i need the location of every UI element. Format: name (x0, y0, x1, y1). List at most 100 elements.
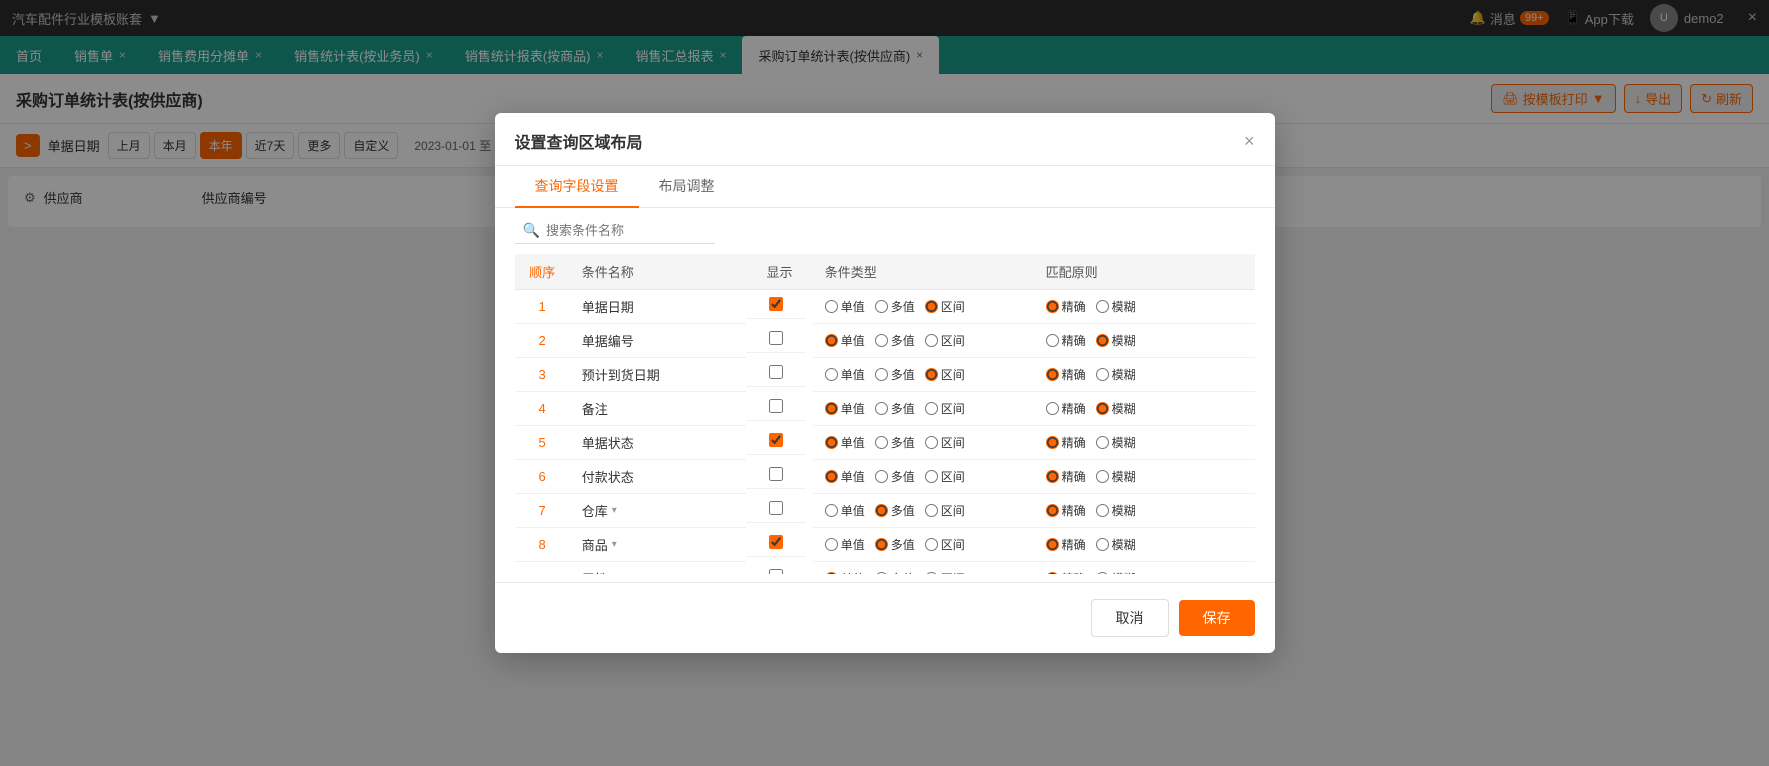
match-radio[interactable] (1046, 572, 1059, 574)
type-radio-label[interactable]: 区间 (925, 366, 965, 383)
match-radio-label[interactable]: 精确 (1046, 366, 1086, 383)
match-radio-label[interactable]: 模糊 (1096, 434, 1136, 451)
type-radio-label[interactable]: 单值 (825, 502, 865, 519)
type-radio-label[interactable]: 单值 (825, 570, 865, 574)
type-radio-label[interactable]: 多值 (875, 570, 915, 574)
match-radio-label[interactable]: 模糊 (1096, 468, 1136, 485)
match-radio-label[interactable]: 精确 (1046, 298, 1086, 315)
match-radio[interactable] (1096, 436, 1109, 449)
modal-tab-query[interactable]: 查询字段设置 (515, 166, 639, 208)
show-checkbox[interactable] (769, 433, 783, 447)
type-radio-label[interactable]: 区间 (925, 536, 965, 553)
match-radio[interactable] (1096, 504, 1109, 517)
type-radio-label[interactable]: 区间 (925, 570, 965, 574)
show-checkbox[interactable] (769, 365, 783, 379)
type-radio-label[interactable]: 单值 (825, 400, 865, 417)
type-radio-label[interactable]: 区间 (925, 502, 965, 519)
type-radio[interactable] (825, 368, 838, 381)
type-radio[interactable] (825, 300, 838, 313)
type-radio[interactable] (825, 436, 838, 449)
match-radio-label[interactable]: 精确 (1046, 536, 1086, 553)
match-radio-label[interactable]: 模糊 (1096, 536, 1136, 553)
match-radio-label[interactable]: 精确 (1046, 400, 1086, 417)
match-radio-label[interactable]: 精确 (1046, 434, 1086, 451)
type-radio[interactable] (875, 402, 888, 415)
modal-tab-layout[interactable]: 布局调整 (639, 166, 735, 208)
type-radio[interactable] (925, 402, 938, 415)
match-radio[interactable] (1046, 300, 1059, 313)
type-radio[interactable] (925, 572, 938, 574)
modal-close-btn[interactable]: × (1244, 132, 1255, 150)
type-radio-label[interactable]: 单值 (825, 536, 865, 553)
type-radio-label[interactable]: 多值 (875, 332, 915, 349)
type-radio[interactable] (875, 504, 888, 517)
show-checkbox[interactable] (769, 297, 783, 311)
type-radio[interactable] (875, 436, 888, 449)
type-radio[interactable] (875, 368, 888, 381)
show-checkbox[interactable] (769, 501, 783, 515)
type-radio-label[interactable]: 多值 (875, 502, 915, 519)
type-radio[interactable] (875, 334, 888, 347)
match-radio[interactable] (1096, 470, 1109, 483)
type-radio[interactable] (875, 572, 888, 574)
match-radio-label[interactable]: 精确 (1046, 332, 1086, 349)
type-radio[interactable] (825, 504, 838, 517)
match-radio-label[interactable]: 模糊 (1096, 400, 1136, 417)
match-radio[interactable] (1046, 368, 1059, 381)
type-radio[interactable] (875, 470, 888, 483)
match-radio[interactable] (1096, 368, 1109, 381)
match-radio-label[interactable]: 精确 (1046, 502, 1086, 519)
type-radio-label[interactable]: 多值 (875, 366, 915, 383)
show-checkbox[interactable] (769, 467, 783, 481)
type-radio[interactable] (925, 436, 938, 449)
type-radio-label[interactable]: 单值 (825, 468, 865, 485)
match-radio[interactable] (1046, 334, 1059, 347)
match-radio-label[interactable]: 模糊 (1096, 570, 1136, 574)
match-radio-label[interactable]: 模糊 (1096, 298, 1136, 315)
match-radio-label[interactable]: 模糊 (1096, 332, 1136, 349)
type-radio-label[interactable]: 多值 (875, 468, 915, 485)
type-radio[interactable] (825, 402, 838, 415)
config-table-scroll[interactable]: 顺序 条件名称 显示 条件类型 匹配原则 1单据日期单值多值区间精确模糊2单据编… (515, 254, 1255, 574)
type-radio[interactable] (825, 572, 838, 574)
type-radio-label[interactable]: 区间 (925, 400, 965, 417)
match-radio[interactable] (1096, 300, 1109, 313)
type-radio-label[interactable]: 区间 (925, 332, 965, 349)
match-radio[interactable] (1096, 538, 1109, 551)
type-radio[interactable] (925, 300, 938, 313)
type-radio[interactable] (925, 368, 938, 381)
type-radio[interactable] (825, 470, 838, 483)
type-radio-label[interactable]: 区间 (925, 434, 965, 451)
show-checkbox[interactable] (769, 535, 783, 549)
type-radio-label[interactable]: 多值 (875, 434, 915, 451)
match-radio[interactable] (1046, 538, 1059, 551)
type-radio[interactable] (875, 538, 888, 551)
type-radio-label[interactable]: 单值 (825, 366, 865, 383)
cancel-button[interactable]: 取消 (1091, 599, 1169, 637)
type-radio[interactable] (825, 538, 838, 551)
type-radio-label[interactable]: 单值 (825, 298, 865, 315)
type-radio-label[interactable]: 单值 (825, 434, 865, 451)
type-radio-label[interactable]: 多值 (875, 298, 915, 315)
type-radio[interactable] (925, 538, 938, 551)
type-radio-label[interactable]: 区间 (925, 298, 965, 315)
type-radio[interactable] (925, 334, 938, 347)
type-radio-label[interactable]: 单值 (825, 332, 865, 349)
type-radio[interactable] (925, 470, 938, 483)
show-checkbox[interactable] (769, 399, 783, 413)
save-button[interactable]: 保存 (1179, 600, 1255, 636)
match-radio[interactable] (1046, 436, 1059, 449)
match-radio-label[interactable]: 模糊 (1096, 502, 1136, 519)
type-radio-label[interactable]: 区间 (925, 468, 965, 485)
type-radio-label[interactable]: 多值 (875, 536, 915, 553)
type-radio[interactable] (925, 504, 938, 517)
match-radio-label[interactable]: 精确 (1046, 570, 1086, 574)
match-radio[interactable] (1096, 334, 1109, 347)
match-radio-label[interactable]: 精确 (1046, 468, 1086, 485)
match-radio[interactable] (1096, 402, 1109, 415)
show-checkbox[interactable] (769, 569, 783, 575)
type-radio[interactable] (875, 300, 888, 313)
match-radio[interactable] (1096, 572, 1109, 574)
type-radio-label[interactable]: 多值 (875, 400, 915, 417)
match-radio[interactable] (1046, 402, 1059, 415)
